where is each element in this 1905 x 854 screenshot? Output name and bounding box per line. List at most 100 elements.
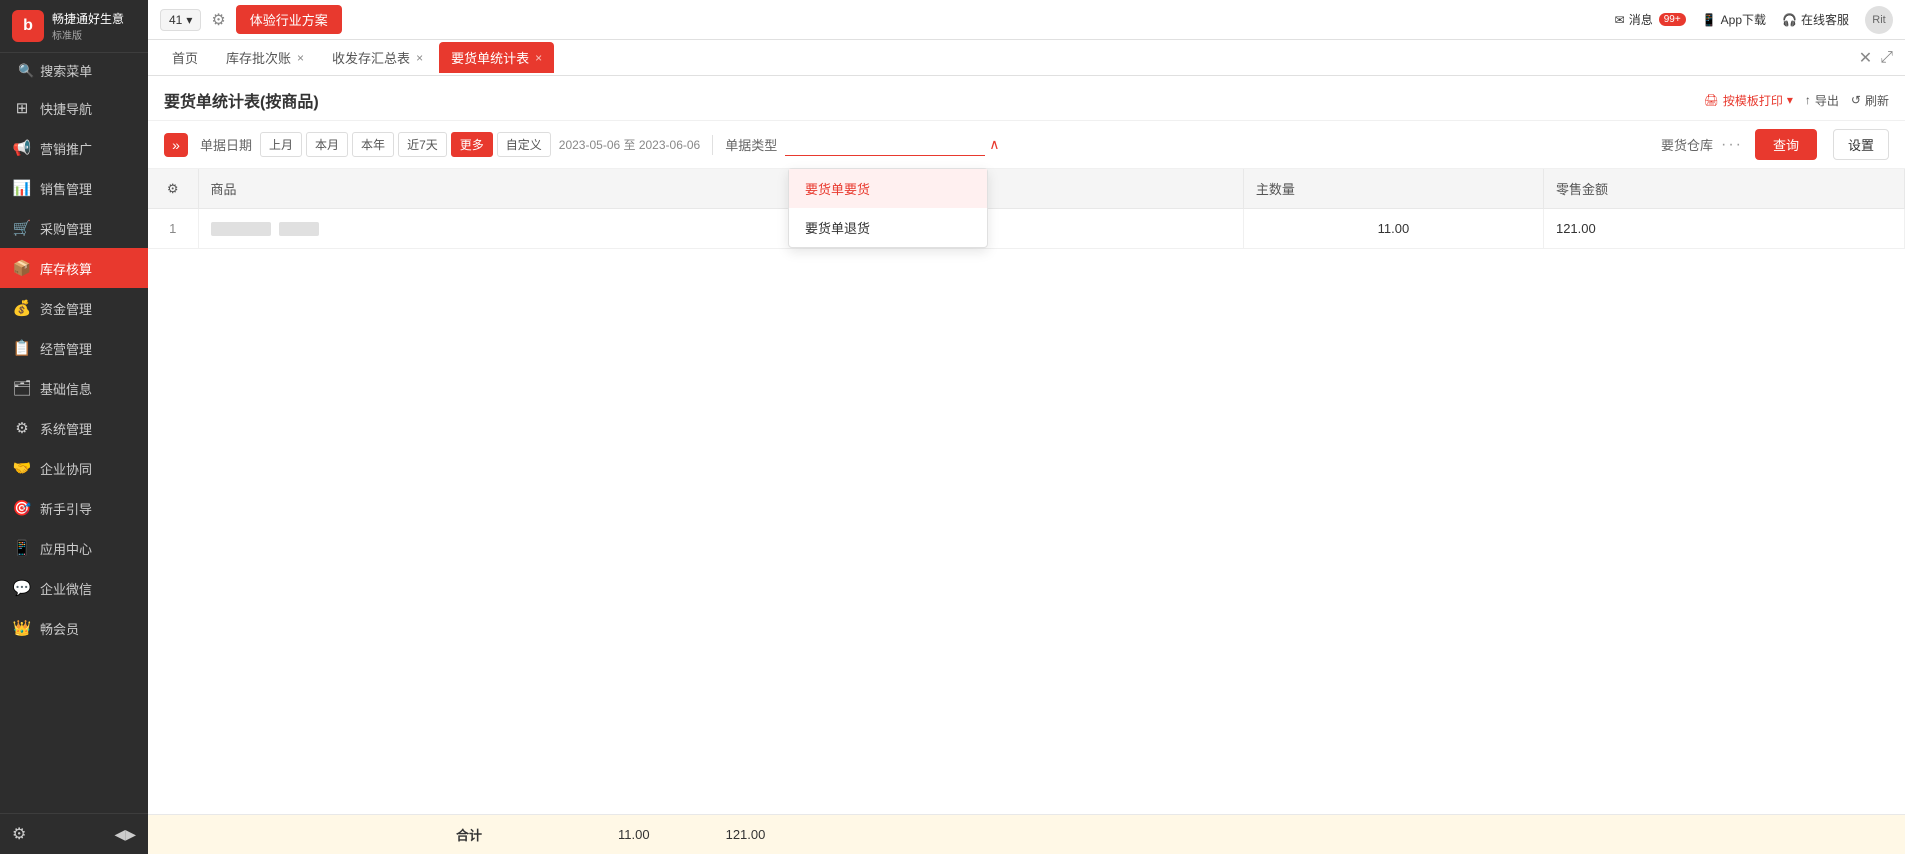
type-dropdown-input[interactable] [785, 134, 985, 156]
sidebar-item-basic[interactable]: 🗂 基础信息 [0, 368, 148, 408]
sidebar-item-app-center[interactable]: 📱 应用中心 [0, 528, 148, 568]
sidebar-item-inventory[interactable]: 📦 库存核算 [0, 248, 148, 288]
table-footer: 合计 11.00 121.00 [148, 814, 1905, 854]
type-dropdown-arrow[interactable]: ∧ [989, 136, 999, 153]
sidebar-item-system[interactable]: ⚙ 系统管理 [0, 408, 148, 448]
message-icon: ✉ [1615, 13, 1625, 27]
maximize-button[interactable]: ⤢ [1880, 48, 1893, 68]
tab-requisition-stat-label: 要货单统计表 [451, 48, 529, 67]
sidebar-icon-marketing: 📢 [12, 138, 32, 158]
main-content: 41 ▾ ⚙ 体验行业方案 ✉ 消息 99+ 📱 App下载 🎧 在线客服 Ri… [148, 0, 1905, 854]
refresh-icon: ↺ [1851, 93, 1861, 107]
page-content: 要货单统计表(按商品) 🖨 按模板打印 ▾ ↑ 导出 ↺ 刷新 [148, 76, 1905, 854]
app-name: 畅捷通好生意 [52, 10, 124, 27]
sidebar-collapse-icon[interactable]: ◀▶ [114, 826, 136, 843]
tab-inventory-batch-close[interactable]: × [297, 51, 304, 65]
topbar: 41 ▾ ⚙ 体验行业方案 ✉ 消息 99+ 📱 App下载 🎧 在线客服 Ri… [148, 0, 1905, 40]
export-button[interactable]: ↑ 导出 [1805, 92, 1839, 109]
sidebar-settings-icon[interactable]: ⚙ [12, 824, 26, 844]
sidebar-item-sales[interactable]: 📊 销售管理 [0, 168, 148, 208]
query-button[interactable]: 查询 [1755, 129, 1817, 160]
type-filter-group: 单据类型 ∧ [725, 134, 999, 156]
row-qty: 11.00 [1243, 209, 1543, 249]
app-label: App下载 [1721, 11, 1766, 28]
custom-date-button[interactable]: 自定义 [497, 132, 551, 157]
date-filter-label: 单据日期 [200, 135, 252, 154]
sidebar-item-enterprise[interactable]: 🤝 企业协同 [0, 448, 148, 488]
dropdown-option-requisition-return[interactable]: 要货单退货 [789, 208, 987, 247]
sidebar-footer: ⚙ ◀▶ [0, 813, 148, 854]
tabs-bar: 首页 库存批次账 × 收发存汇总表 × 要货单统计表 × ✕ ⤢ [148, 40, 1905, 76]
product-placeholder-2 [279, 222, 319, 236]
row-product [198, 209, 821, 249]
tab-inventory-batch-label: 库存批次账 [226, 48, 291, 67]
topbar-gear-icon[interactable]: ⚙ [211, 10, 225, 30]
refresh-label: 刷新 [1865, 92, 1889, 109]
col-qty: 主数量 [1243, 169, 1543, 209]
sidebar-item-operation[interactable]: 📋 经营管理 [0, 328, 148, 368]
sidebar-label-wechat: 企业微信 [40, 579, 92, 598]
close-all-button[interactable]: ✕ [1859, 48, 1872, 68]
warehouse-more-icon[interactable]: ··· [1721, 136, 1743, 154]
this-year-button[interactable]: 本年 [352, 132, 394, 157]
warehouse-label: 要货仓库 [1661, 135, 1713, 154]
date-quick-buttons: 上月 本月 本年 近7天 更多 自定义 [260, 132, 551, 157]
sidebar-label-vip: 畅会员 [40, 619, 79, 638]
filter-bar: » 单据日期 上月 本月 本年 近7天 更多 自定义 2023-05-06 至 … [148, 121, 1905, 169]
sidebar-item-wechat[interactable]: 💬 企业微信 [0, 568, 148, 608]
sidebar-item-guide[interactable]: 🎯 新手引导 [0, 488, 148, 528]
print-template-button[interactable]: 🖨 按模板打印 ▾ [1704, 92, 1793, 109]
col-settings[interactable]: ⚙ [148, 169, 198, 209]
row-index: 1 [148, 209, 198, 249]
expand-icon: » [172, 137, 180, 153]
total-qty: 11.00 [618, 827, 650, 842]
topbar-right: ✉ 消息 99+ 📱 App下载 🎧 在线客服 Rit [1615, 6, 1893, 34]
store-selector[interactable]: 41 ▾ [160, 9, 201, 31]
sidebar-icon-guide: 🎯 [12, 498, 32, 518]
sidebar-icon-basic: 🗂 [12, 378, 32, 398]
tab-receive-summary-close[interactable]: × [416, 51, 423, 65]
sidebar-item-finance[interactable]: 💰 资金管理 [0, 288, 148, 328]
refresh-button[interactable]: ↺ 刷新 [1851, 92, 1889, 109]
sidebar-label-marketing: 营销推广 [40, 139, 92, 158]
more-dates-button[interactable]: 更多 [451, 132, 493, 157]
table-row: 1 块 11.00 121.00 [148, 209, 1905, 249]
sidebar-icon-quick-nav: ⊞ [12, 98, 32, 118]
app-icon: 📱 [1702, 13, 1717, 27]
search-icon: 🔍 [18, 63, 34, 79]
last-7-days-button[interactable]: 近7天 [398, 132, 447, 157]
dropdown-option-requisition-order[interactable]: 要货单要货 [789, 169, 987, 208]
sidebar-item-quick-nav[interactable]: ⊞ 快捷导航 [0, 88, 148, 128]
user-avatar[interactable]: Rit [1865, 6, 1893, 34]
filter-expand-button[interactable]: » [164, 133, 188, 157]
tab-inventory-batch[interactable]: 库存批次账 × [214, 42, 316, 73]
sidebar-icon-sales: 📊 [12, 178, 32, 198]
sidebar-item-vip[interactable]: 👑 畅会员 [0, 608, 148, 648]
tab-requisition-stat[interactable]: 要货单统计表 × [439, 42, 554, 73]
online-service-button[interactable]: 🎧 在线客服 [1782, 11, 1849, 28]
export-label: 导出 [1815, 92, 1839, 109]
app-download-button[interactable]: 📱 App下载 [1702, 11, 1766, 28]
sidebar-logo: b 畅捷通好生意 标准版 [0, 0, 148, 53]
type-dropdown-menu: 要货单要货 要货单退货 [788, 168, 988, 248]
page-actions: 🖨 按模板打印 ▾ ↑ 导出 ↺ 刷新 [1704, 92, 1889, 109]
sidebar-item-marketing[interactable]: 📢 营销推广 [0, 128, 148, 168]
this-month-button[interactable]: 本月 [306, 132, 348, 157]
sidebar-label-sales: 销售管理 [40, 179, 92, 198]
sidebar-search[interactable]: 🔍 搜索菜单 [0, 53, 148, 88]
sidebar-label-system: 系统管理 [40, 419, 92, 438]
sidebar-icon-wechat: 💬 [12, 578, 32, 598]
total-label: 合计 [456, 825, 482, 844]
messages-button[interactable]: ✉ 消息 99+ [1615, 11, 1686, 28]
settings-button[interactable]: 设置 [1833, 129, 1889, 160]
last-month-button[interactable]: 上月 [260, 132, 302, 157]
tab-requisition-stat-close[interactable]: × [535, 51, 542, 65]
store-name: 41 [169, 13, 182, 27]
sidebar-item-purchase[interactable]: 🛒 采购管理 [0, 208, 148, 248]
product-placeholder-1 [211, 222, 271, 236]
trial-button[interactable]: 体验行业方案 [236, 5, 342, 34]
page-title: 要货单统计表(按商品) [164, 88, 319, 112]
sidebar-label-inventory: 库存核算 [40, 259, 92, 278]
tab-home[interactable]: 首页 [160, 42, 210, 73]
tab-receive-summary[interactable]: 收发存汇总表 × [320, 42, 435, 73]
